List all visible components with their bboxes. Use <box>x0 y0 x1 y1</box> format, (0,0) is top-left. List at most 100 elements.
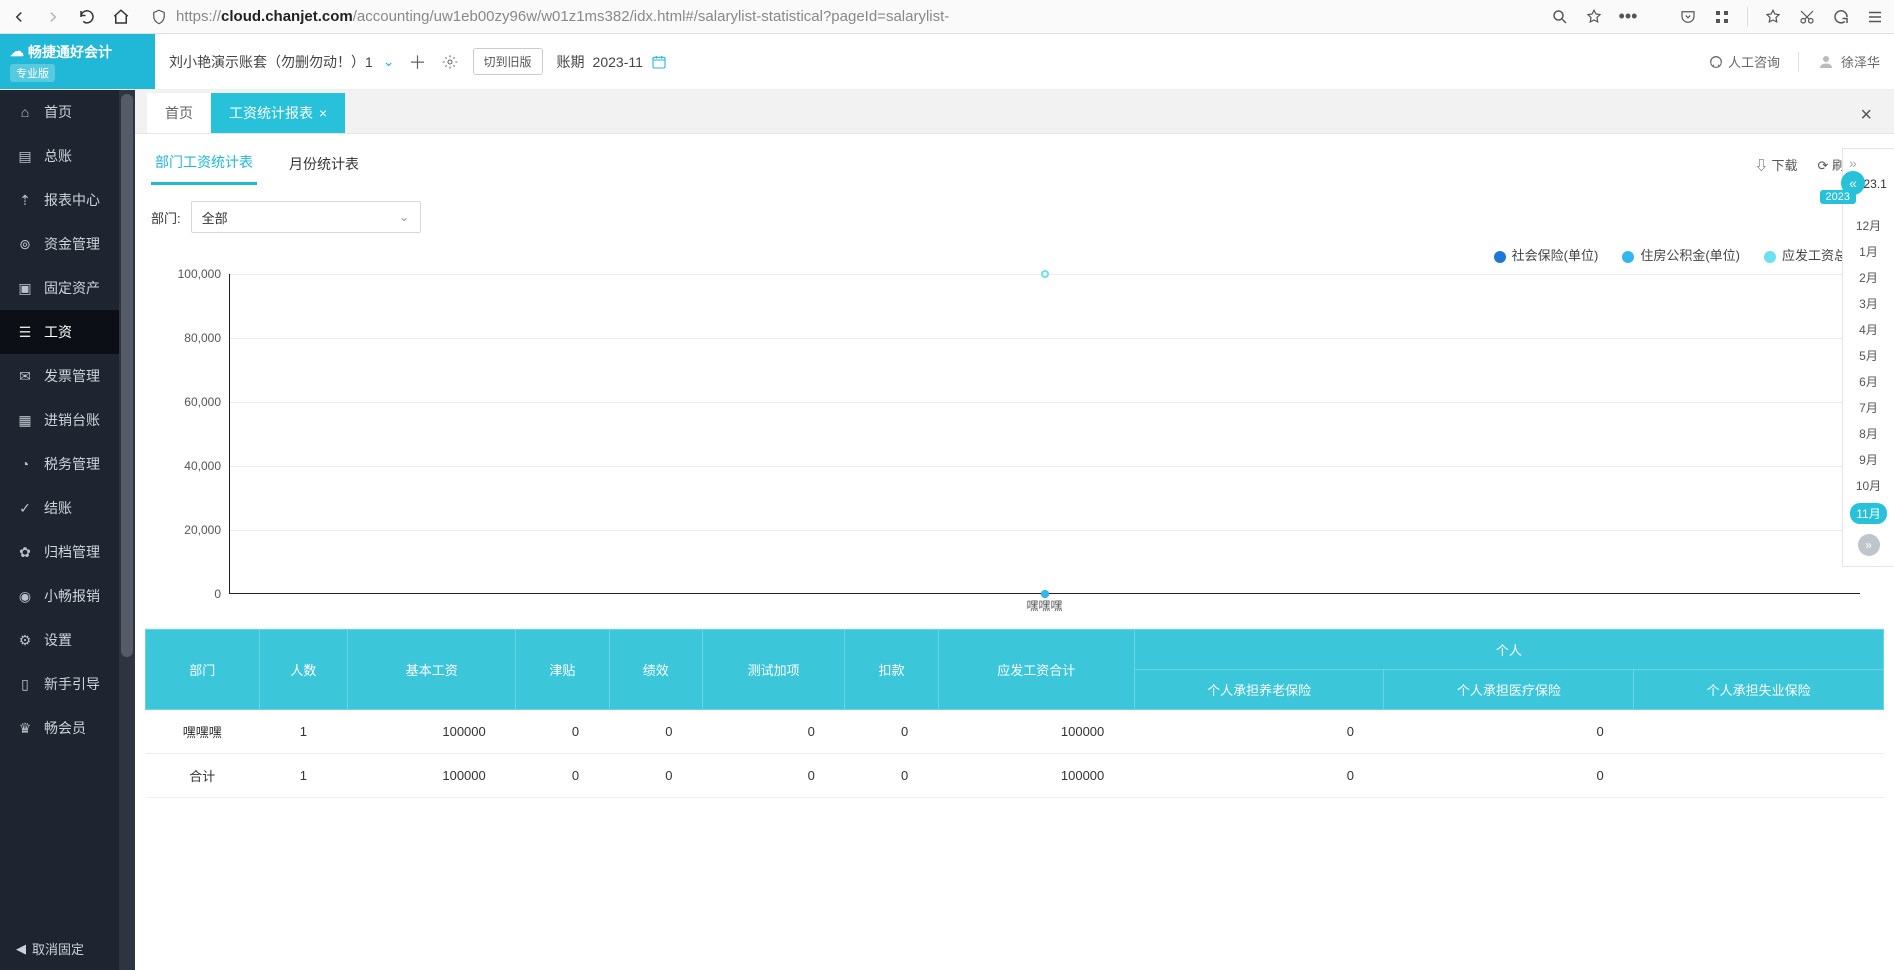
month-option[interactable]: 1月 <box>1859 243 1878 260</box>
sub-tabs: 部门工资统计表 月份统计表 ⇩ 下载 ⟳ 刷新 <box>135 134 1894 185</box>
forward-icon[interactable] <box>44 8 62 26</box>
dept-select-value: 全部 <box>202 208 228 227</box>
sidebar-item-4[interactable]: ▣固定资产 <box>0 266 135 310</box>
month-option[interactable]: 2月 <box>1859 269 1878 286</box>
tab-home[interactable]: 首页 <box>147 93 211 133</box>
subtab-dept[interactable]: 部门工资统计表 <box>151 144 257 185</box>
menu-icon[interactable] <box>1866 8 1884 26</box>
period-picker[interactable]: 账期 2023-11 <box>557 52 667 72</box>
sidebar-item-0[interactable]: ⌂首页 <box>0 90 135 134</box>
month-option[interactable]: 11月 <box>1850 503 1886 524</box>
consult-button[interactable]: 人工咨询 <box>1708 52 1780 71</box>
sidebar-icon: ⌂ <box>16 104 34 120</box>
address-bar[interactable]: https://cloud.chanjet.com/accounting/uw1… <box>144 8 1537 26</box>
sidebar: ⌂首页▤总账⇡报表中心⊚资金管理▣固定资产☰工资✉发票管理▦进销台账◔税务管理✓… <box>0 90 135 970</box>
zoom-icon[interactable] <box>1551 8 1569 26</box>
col-header: 人数 <box>259 630 348 710</box>
sidebar-item-label: 结账 <box>44 498 72 518</box>
chevron-down-icon: ⌄ <box>399 209 410 225</box>
cut-icon[interactable] <box>1798 8 1816 26</box>
scroll-down-button[interactable]: » <box>1858 534 1880 556</box>
sidebar-item-7[interactable]: ▦进销台账 <box>0 398 135 442</box>
sidebar-icon: ◉ <box>16 588 34 605</box>
sidebar-item-6[interactable]: ✉发票管理 <box>0 354 135 398</box>
cloud-icon: ☁ <box>10 43 24 60</box>
sidebar-item-11[interactable]: ◉ 小畅报销 <box>0 574 135 618</box>
switch-old-button[interactable]: 切到旧版 <box>473 48 543 75</box>
year-badge: 2023 <box>1820 190 1856 204</box>
cell: 0 <box>702 710 844 754</box>
logo-edition: 专业版 <box>10 64 55 82</box>
cell: 0 <box>1134 710 1384 754</box>
sidebar-item-1[interactable]: ▤总账 <box>0 134 135 178</box>
add-icon[interactable]: ＋ <box>409 53 427 71</box>
apps-icon[interactable] <box>1713 8 1731 26</box>
month-option[interactable]: 12月 <box>1856 217 1881 234</box>
gear-icon[interactable] <box>441 53 459 71</box>
back-icon[interactable] <box>10 8 28 26</box>
main-panel: 首页 工资统计报表× × 部门工资统计表 月份统计表 ⇩ 下载 ⟳ 刷新 部门:… <box>135 90 1894 970</box>
url-text: https://cloud.chanjet.com/accounting/uw1… <box>176 8 949 25</box>
month-option[interactable]: 7月 <box>1859 399 1878 416</box>
subtab-month[interactable]: 月份统计表 <box>285 146 363 184</box>
col-header: 绩效 <box>609 630 702 710</box>
sidebar-item-12[interactable]: ⚙设置 <box>0 618 135 662</box>
sidebar-item-5[interactable]: ☰工资 <box>0 310 135 354</box>
user-menu[interactable]: 徐泽华 <box>1817 52 1880 71</box>
cell: 100000 <box>938 710 1134 754</box>
col-header: 应发工资合计 <box>938 630 1134 710</box>
unpin-button[interactable]: ◀取消固定 <box>0 927 135 970</box>
sidebar-item-9[interactable]: ✓ 结账 <box>0 486 135 530</box>
pin-icon: ◀ <box>16 941 26 957</box>
reload-icon[interactable] <box>78 8 96 26</box>
undo-icon[interactable] <box>1832 8 1850 26</box>
sidebar-item-label: 进销台账 <box>44 410 100 430</box>
sidebar-icon: ⇡ <box>16 192 34 209</box>
account-dropdown[interactable]: 刘小艳演示账套（勿删勿动！）1 ⌄ <box>169 52 395 72</box>
more-icon[interactable]: ••• <box>1619 8 1637 26</box>
sidebar-item-3[interactable]: ⊚资金管理 <box>0 222 135 266</box>
dept-select[interactable]: 全部 ⌄ <box>191 201 421 233</box>
salary-table: 部门人数基本工资津贴绩效测试加项扣款应发工资合计个人 个人承担养老保险个人承担医… <box>145 628 1884 798</box>
sidebar-item-label: 归档管理 <box>44 542 100 562</box>
month-option[interactable]: 6月 <box>1859 373 1878 390</box>
chart-legend: 社会保险(单位) 住房公积金(单位) 应发工资总额 <box>159 241 1870 268</box>
sidebar-item-14[interactable]: ♛畅会员 <box>0 706 135 750</box>
pocket-icon[interactable] <box>1679 8 1697 26</box>
month-option[interactable]: 5月 <box>1859 347 1878 364</box>
sidebar-item-10[interactable]: ✿归档管理 <box>0 530 135 574</box>
month-option[interactable]: 8月 <box>1859 425 1878 442</box>
period-value: 2023-11 <box>593 54 643 70</box>
sidebar-item-label: 设置 <box>44 630 72 650</box>
col-header: 扣款 <box>845 630 938 710</box>
col-header: 基本工资 <box>348 630 516 710</box>
sidebar-scrollbar[interactable] <box>119 90 135 970</box>
sidebar-item-2[interactable]: ⇡报表中心 <box>0 178 135 222</box>
month-option[interactable]: 9月 <box>1859 451 1878 468</box>
sidebar-item-label: 资金管理 <box>44 234 100 254</box>
cell: 1 <box>259 754 348 798</box>
cell: 嘿嘿嘿 <box>146 710 260 754</box>
sidebar-item-label: 固定资产 <box>44 278 100 298</box>
sidebar-item-8[interactable]: ◔税务管理 <box>0 442 135 486</box>
sidebar-item-13[interactable]: ▯新手引导 <box>0 662 135 706</box>
logo: ☁畅捷通好会计 专业版 <box>0 34 155 89</box>
home-icon[interactable] <box>112 8 130 26</box>
sidebar-icon: ✓ <box>16 500 34 517</box>
month-option[interactable]: 10月 <box>1856 477 1881 494</box>
col-header: 个人承担医疗保险 <box>1384 670 1634 710</box>
month-option[interactable]: 4月 <box>1859 321 1878 338</box>
col-header: 个人承担失业保险 <box>1634 670 1884 710</box>
sidebar-item-label: 小畅报销 <box>44 586 100 606</box>
col-header: 部门 <box>146 630 260 710</box>
close-all-tabs[interactable]: × <box>1850 98 1882 133</box>
tab-salary-report[interactable]: 工资统计报表× <box>211 93 345 133</box>
download-button[interactable]: ⇩ 下载 <box>1755 155 1798 174</box>
collapse-icon[interactable]: » <box>1843 155 1857 171</box>
month-option[interactable]: 3月 <box>1859 295 1878 312</box>
star-icon[interactable] <box>1585 8 1603 26</box>
close-icon[interactable]: × <box>319 105 327 121</box>
page-tabs: 首页 工资统计报表× × <box>135 90 1894 134</box>
fav-icon[interactable] <box>1764 8 1782 26</box>
chevron-down-icon: ⌄ <box>383 53 395 70</box>
